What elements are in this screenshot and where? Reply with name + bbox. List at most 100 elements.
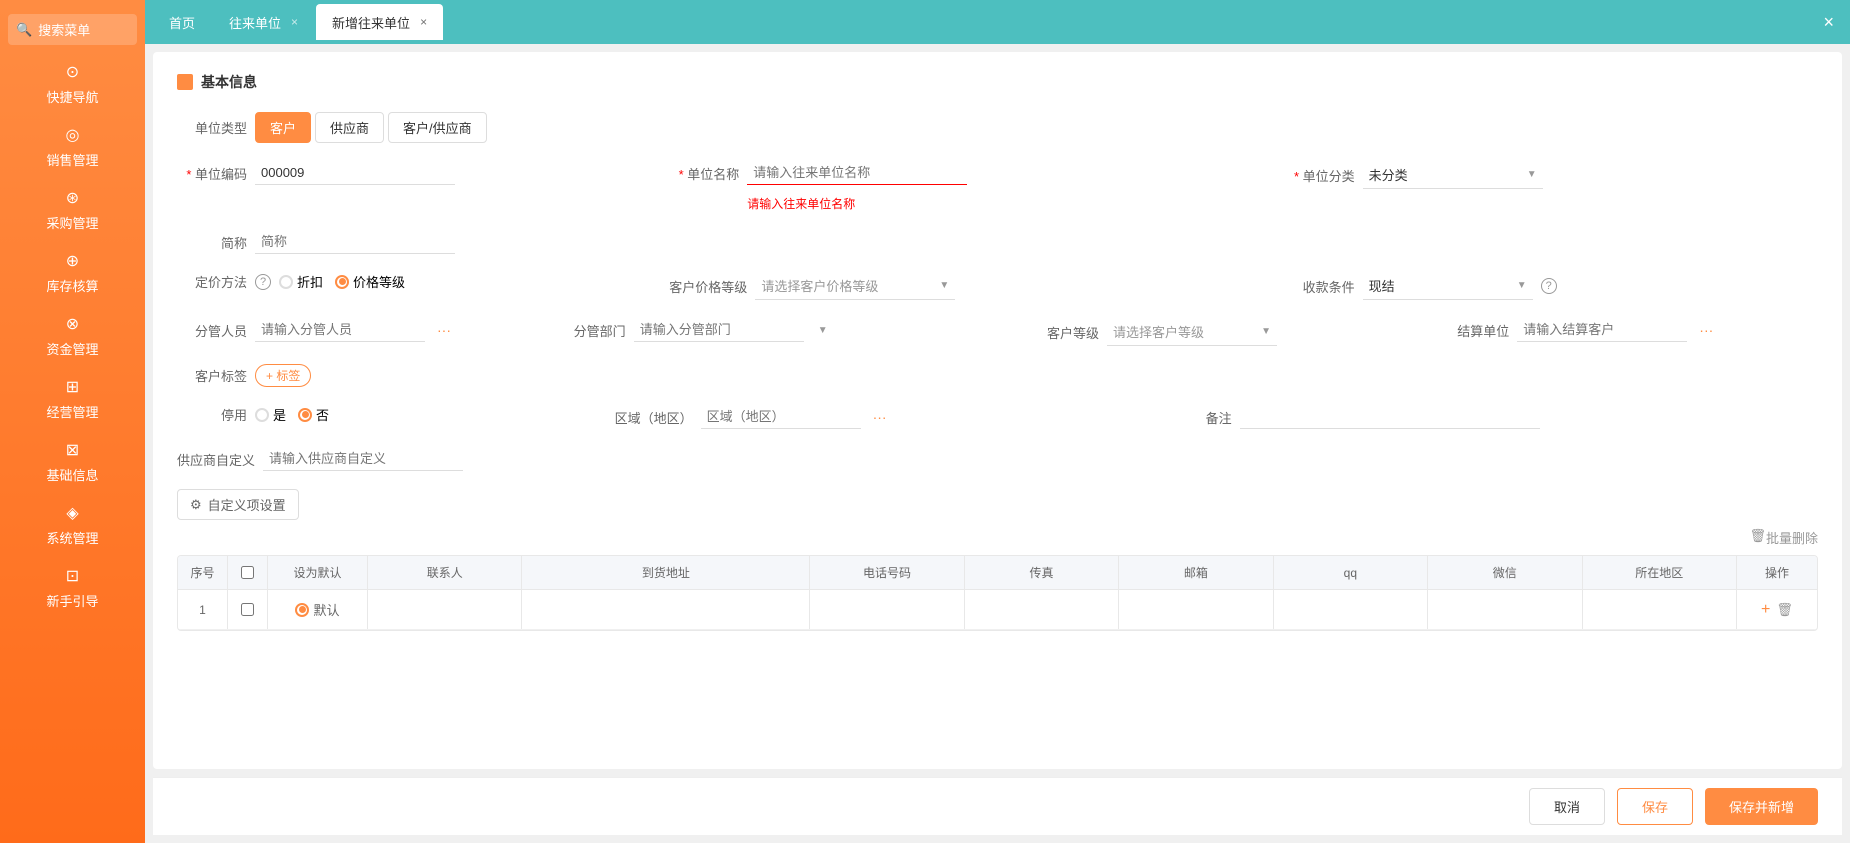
email-input-1[interactable] <box>1116 598 1276 621</box>
pricing-level-label: 价格等级 <box>353 272 405 291</box>
disabled-radio-yes[interactable]: 是 <box>255 405 286 424</box>
pricing-help-icon[interactable]: ? <box>255 274 271 290</box>
customer-tag-label: 客户标签 <box>177 366 247 385</box>
window-close-button[interactable]: × <box>1815 8 1842 37</box>
default-radio-circle-1 <box>295 603 309 617</box>
sidebar-item-system[interactable]: ◈ 系统管理 <box>0 492 145 555</box>
unit-code-input[interactable] <box>255 161 455 185</box>
manager-more-btn[interactable]: ··· <box>433 322 455 338</box>
region-input-1[interactable] <box>1579 598 1739 621</box>
search-menu[interactable]: 🔍 搜索菜单 <box>8 14 137 45</box>
custom-settings-button[interactable]: ⚙ 自定义项设置 <box>177 489 299 520</box>
qq-input-1[interactable] <box>1270 598 1430 621</box>
settlement-input[interactable] <box>1517 318 1687 342</box>
save-and-add-button[interactable]: 保存并新增 <box>1705 788 1818 825</box>
cell-seq-1: 1 <box>178 590 228 629</box>
cell-default-1[interactable]: 默认 <box>268 590 368 629</box>
cell-fax-1[interactable] <box>965 590 1119 629</box>
unit-name-input[interactable] <box>747 161 967 185</box>
col-header-fax: 传真 <box>965 556 1119 589</box>
select-all-checkbox[interactable] <box>241 566 254 579</box>
system-icon: ◈ <box>62 502 84 524</box>
pricing-radio-level[interactable]: 价格等级 <box>335 272 405 291</box>
short-name-input[interactable] <box>255 230 455 254</box>
address-input-1[interactable] <box>532 598 799 621</box>
sidebar-item-guide[interactable]: ⊡ 新手引导 <box>0 555 145 618</box>
supplier-custom-row: 供应商自定义 <box>177 447 1818 471</box>
batch-delete-btn[interactable]: 🗑 批量删除 <box>177 528 1818 547</box>
type-btn-customer[interactable]: 客户 <box>255 112 311 143</box>
unit-category-value: 未分类 <box>1369 165 1523 184</box>
tab-home[interactable]: 首页 <box>153 4 211 40</box>
wechat-input-1[interactable] <box>1425 598 1585 621</box>
tab-new-partner[interactable]: 新增往来单位 × <box>316 4 443 40</box>
sidebar: 🔍 搜索菜单 ⊙ 快捷导航 ◎ 销售管理 ⊛ 采购管理 ⊕ 库存核算 ⊗ 资金管… <box>0 0 145 843</box>
sidebar-item-purchase[interactable]: ⊛ 采购管理 <box>0 177 145 240</box>
unit-category-group: 单位分类 未分类 ▼ <box>1285 161 1818 189</box>
quick-nav-icon: ⊙ <box>62 61 84 83</box>
region-input[interactable] <box>701 405 861 429</box>
type-btn-supplier[interactable]: 供应商 <box>315 112 384 143</box>
customer-price-placeholder: 请选择客户价格等级 <box>761 276 935 295</box>
row-checkbox-1[interactable] <box>241 603 254 616</box>
sidebar-item-finance[interactable]: ⊗ 资金管理 <box>0 303 145 366</box>
phone-input-1[interactable] <box>807 598 967 621</box>
disabled-radio-no[interactable]: 否 <box>298 405 329 424</box>
sidebar-item-operation[interactable]: ⊞ 经营管理 <box>0 366 145 429</box>
sidebar-item-quick-nav[interactable]: ⊙ 快捷导航 <box>0 51 145 114</box>
tab-new-partner-close[interactable]: × <box>420 15 427 29</box>
department-input[interactable] <box>634 318 804 342</box>
sidebar-item-inventory[interactable]: ⊕ 库存核算 <box>0 240 145 303</box>
customer-price-select[interactable]: 请选择客户价格等级 ▼ <box>755 272 955 300</box>
tab-partners[interactable]: 往来单位 × <box>213 4 314 40</box>
remark-input[interactable] <box>1240 405 1540 429</box>
contact-input-1[interactable] <box>365 598 525 621</box>
customer-level-chevron: ▼ <box>1261 326 1271 337</box>
cancel-button[interactable]: 取消 <box>1529 788 1605 825</box>
pricing-radio-discount[interactable]: 折扣 <box>279 272 323 291</box>
customer-tag-group: 客户标签 + 标签 <box>177 364 1818 387</box>
payment-help-icon[interactable]: ? <box>1541 278 1557 294</box>
pricing-row: 定价方法 ? 折扣 价格等级 客户价格等级 请选择客户价格等级 <box>177 272 1818 300</box>
supplier-custom-input[interactable] <box>263 447 463 471</box>
region-more-btn[interactable]: ··· <box>869 409 891 425</box>
cell-email-1[interactable] <box>1119 590 1273 629</box>
delete-row-btn[interactable]: 🗑 <box>1776 602 1793 618</box>
sidebar-label-operation: 经营管理 <box>46 402 98 421</box>
save-button[interactable]: 保存 <box>1617 788 1693 825</box>
disabled-yes-label: 是 <box>273 405 286 424</box>
add-tag-button[interactable]: + 标签 <box>255 364 311 387</box>
settlement-label: 结算单位 <box>1439 321 1509 340</box>
cell-phone-1[interactable] <box>810 590 964 629</box>
default-radio-1[interactable]: 默认 <box>295 600 339 619</box>
pricing-method-group: 定价方法 ? 折扣 价格等级 <box>177 272 669 291</box>
radio-level-circle <box>335 275 349 289</box>
sidebar-label-finance: 资金管理 <box>46 339 98 358</box>
manager-input[interactable] <box>255 318 425 342</box>
unit-category-select[interactable]: 未分类 ▼ <box>1363 161 1543 189</box>
settlement-more-btn[interactable]: ··· <box>1695 322 1717 338</box>
cell-region-1[interactable] <box>1583 590 1737 629</box>
finance-icon: ⊗ <box>62 313 84 335</box>
department-select-arrow[interactable]: ▼ <box>812 321 834 340</box>
cell-qq-1[interactable] <box>1274 590 1428 629</box>
sidebar-item-basic[interactable]: ⊠ 基础信息 <box>0 429 145 492</box>
add-row-btn[interactable]: + <box>1761 601 1770 619</box>
payment-terms-select[interactable]: 现结 ▼ <box>1363 272 1533 300</box>
customer-level-select[interactable]: 请选择客户等级 ▼ <box>1107 318 1277 346</box>
fax-input-1[interactable] <box>961 598 1121 621</box>
default-label-1: 默认 <box>313 600 339 619</box>
unit-category-label: 单位分类 <box>1285 166 1355 185</box>
tab-partners-close[interactable]: × <box>291 15 298 29</box>
cell-wechat-1[interactable] <box>1428 590 1582 629</box>
manager-row: 分管人员 ··· 分管部门 ▼ 客户等级 请选择客户等级 ▼ 结算单位 <box>177 318 1818 346</box>
cell-check-1[interactable] <box>228 590 268 629</box>
sidebar-label-guide: 新手引导 <box>46 591 98 610</box>
dept-chevron: ▼ <box>818 325 828 336</box>
cell-contact-1[interactable] <box>368 590 522 629</box>
sidebar-item-sales[interactable]: ◎ 销售管理 <box>0 114 145 177</box>
search-icon: 🔍 <box>16 22 32 38</box>
type-btn-both[interactable]: 客户/供应商 <box>388 112 487 143</box>
cell-address-1[interactable] <box>522 590 810 629</box>
form-content: 基本信息 单位类型 客户 供应商 客户/供应商 单位编码 单位名称 <box>153 52 1842 769</box>
